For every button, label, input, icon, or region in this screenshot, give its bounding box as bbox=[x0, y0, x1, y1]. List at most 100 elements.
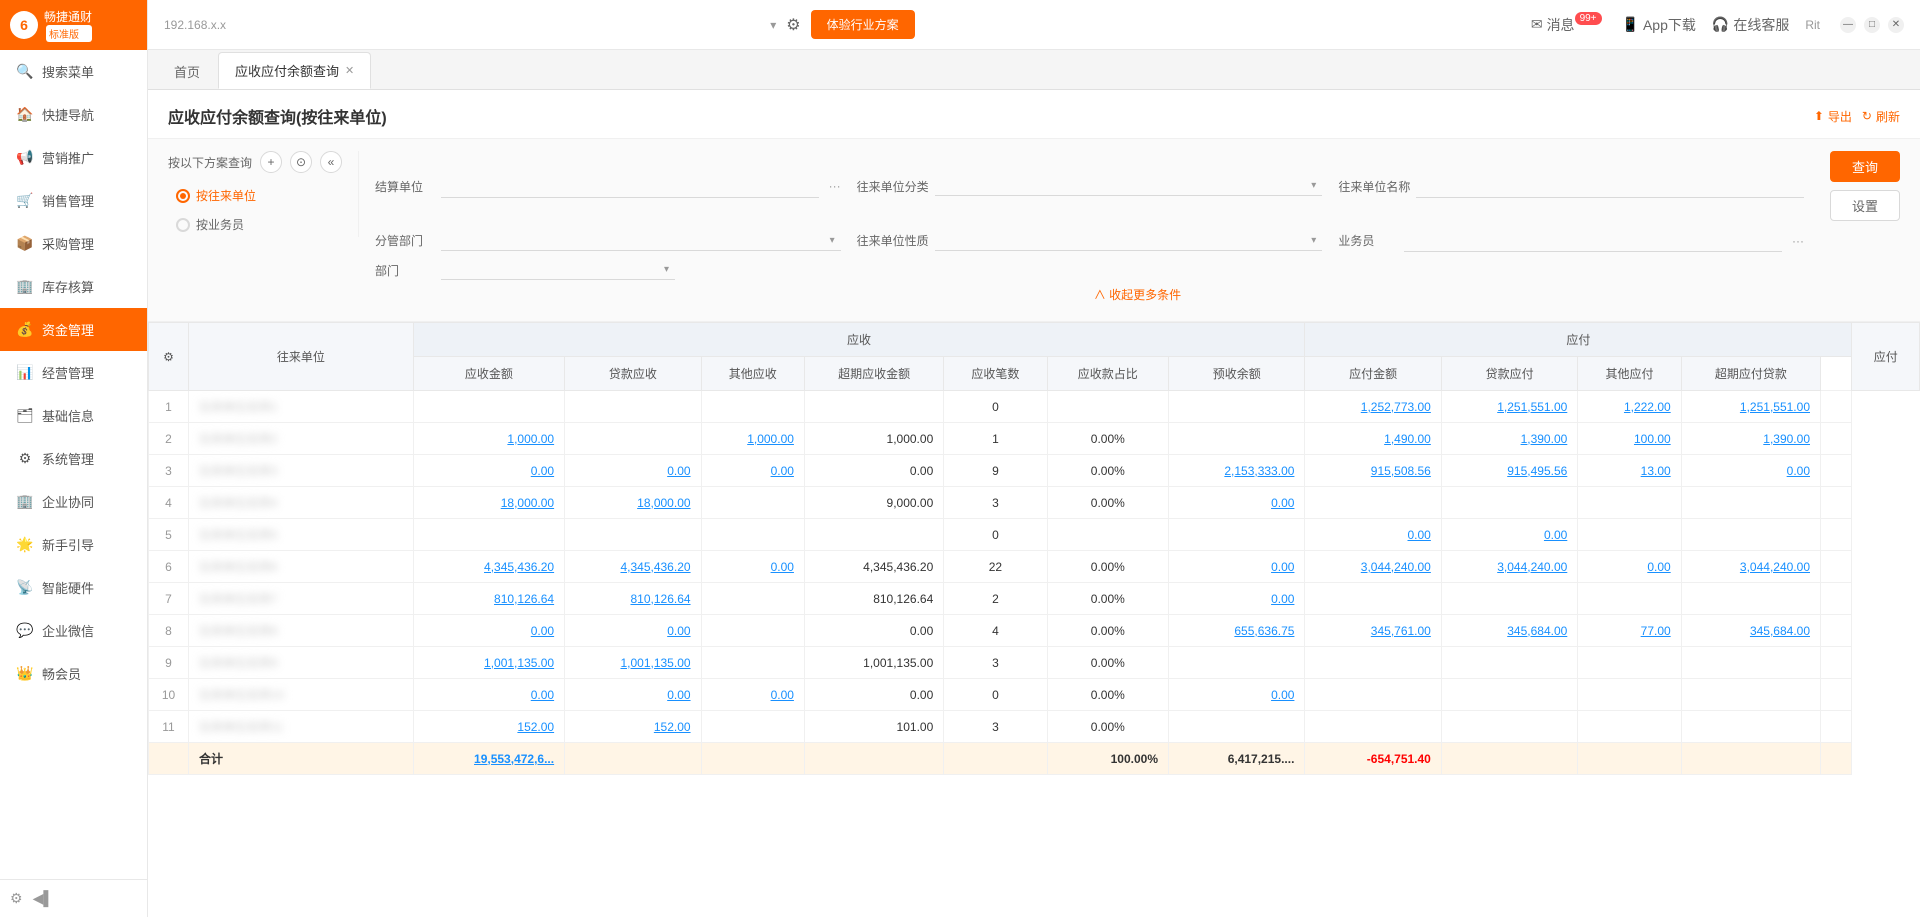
footer-settings-icon[interactable]: ⚙ bbox=[10, 890, 23, 907]
tab-home-label: 首页 bbox=[174, 62, 200, 81]
sidebar-item-quicknav[interactable]: 🏠 快捷导航 bbox=[0, 93, 147, 136]
sidebar-label-search: 搜索菜单 bbox=[42, 62, 94, 81]
back-scheme-btn[interactable]: « bbox=[320, 151, 342, 173]
category-label: 往来单位分类 bbox=[857, 178, 929, 195]
filter-rows: 结算单位 ··· 往来单位分类 ▾ bbox=[375, 151, 1900, 280]
th-overdue-ar: 超期应收金额 bbox=[804, 357, 943, 391]
topbar-gear-icon[interactable]: ⚙ bbox=[786, 15, 800, 35]
close-btn[interactable]: ✕ bbox=[1888, 17, 1904, 33]
topbar-chevron-icon[interactable]: ▾ bbox=[770, 18, 776, 32]
sidebar-nav: 🔍 搜索菜单 🏠 快捷导航 📢 营销推广 🛒 销售管理 📦 采购管理 🏢 bbox=[0, 50, 147, 879]
sidebar-item-marketing[interactable]: 📢 营销推广 bbox=[0, 136, 147, 179]
th-loan-ar: 贷款应收 bbox=[565, 357, 701, 391]
sidebar-item-inventory[interactable]: 🏢 库存核算 bbox=[0, 265, 147, 308]
sidebar-label-quicknav: 快捷导航 bbox=[42, 105, 94, 124]
query-btn[interactable]: 查询 bbox=[1830, 151, 1900, 182]
tab-close-icon[interactable]: ✕ bbox=[345, 64, 354, 77]
trial-btn[interactable]: 体验行业方案 bbox=[811, 10, 915, 39]
sidebar-item-hardware[interactable]: 📡 智能硬件 bbox=[0, 566, 147, 609]
service-icon: 🎧 bbox=[1712, 16, 1729, 33]
total-ar-count bbox=[944, 743, 1047, 775]
category-select[interactable]: ▾ bbox=[935, 176, 1323, 196]
th-ar-amount: 应收金额 bbox=[413, 357, 564, 391]
topbar-address: 192.168.x.x bbox=[164, 18, 760, 32]
refresh-icon: ↻ bbox=[1862, 109, 1872, 123]
tabbar: 首页 应收应付余额查询 ✕ bbox=[148, 50, 1920, 90]
th-ar-count: 应收笔数 bbox=[944, 357, 1047, 391]
inventory-icon: 🏢 bbox=[16, 278, 34, 295]
th-group-payable: 应付 bbox=[1305, 323, 1852, 357]
salesperson-input[interactable] bbox=[1404, 229, 1782, 252]
content-area: 应收应付余额查询(按往来单位) ⬆ 导出 ↻ 刷新 bbox=[148, 90, 1920, 917]
online-service-btn[interactable]: 🎧 在线客服 bbox=[1712, 15, 1789, 35]
export-btn[interactable]: ⬆ 导出 bbox=[1814, 108, 1852, 125]
total-ar-ratio: 100.00% bbox=[1047, 743, 1168, 775]
th-prepaid: 预收余额 bbox=[1168, 357, 1304, 391]
sidebar-item-operations[interactable]: 📊 经营管理 bbox=[0, 351, 147, 394]
main-content: 192.168.x.x ▾ ⚙ 体验行业方案 ✉ 消息 99+ 📱 App下载 … bbox=[148, 0, 1920, 917]
sidebar-item-corp[interactable]: 🏢 企业协同 bbox=[0, 480, 147, 523]
settlement-input[interactable] bbox=[441, 175, 819, 198]
filter-area: 按以下方案查询 + ⊙ « 按往来单位 bbox=[148, 139, 1920, 322]
sidebar-item-system[interactable]: ⚙ 系统管理 bbox=[0, 437, 147, 480]
total-ap-amount: -654,751.40 bbox=[1305, 743, 1441, 775]
filter-group-settlement: 结算单位 ··· bbox=[375, 175, 841, 198]
minimize-btn[interactable]: — bbox=[1840, 17, 1856, 33]
finance-icon: 💰 bbox=[16, 321, 34, 338]
add-scheme-btn[interactable]: + bbox=[260, 151, 282, 173]
sidebar-label-purchase: 采购管理 bbox=[42, 234, 94, 253]
th-ap-amount: 应付金额 bbox=[1305, 357, 1441, 391]
sidebar-item-finance[interactable]: 💰 资金管理 bbox=[0, 308, 147, 351]
logo-name: 畅捷通财 bbox=[44, 8, 92, 25]
scheme-radio-partner bbox=[176, 189, 190, 203]
dept-select[interactable]: ▾ bbox=[441, 260, 675, 280]
total-ap-col bbox=[1821, 743, 1852, 775]
tab-arbalance[interactable]: 应收应付余额查询 ✕ bbox=[218, 52, 371, 89]
sidebar-item-wechat[interactable]: 💬 企业微信 bbox=[0, 609, 147, 652]
th-ar-ratio: 应收款占比 bbox=[1047, 357, 1168, 391]
total-ar-amount[interactable]: 19,553,472,6... bbox=[413, 743, 564, 775]
table-row: 1 往来单位名称1 0 1,252,773.00 1,251,551.00 1,… bbox=[149, 391, 1920, 423]
scheme-by-partner[interactable]: 按往来单位 bbox=[168, 183, 264, 208]
sidebar-item-member[interactable]: 👑 畅会员 bbox=[0, 652, 147, 695]
sidebar-label-wechat: 企业微信 bbox=[42, 621, 94, 640]
table-row: 4 往来单位名称4 18,000.00 18,000.00 9,000.00 3… bbox=[149, 487, 1920, 519]
partnername-input[interactable] bbox=[1416, 175, 1804, 198]
export-label: 导出 bbox=[1828, 108, 1852, 125]
settlement-dots[interactable]: ··· bbox=[829, 179, 841, 193]
sidebar-item-search[interactable]: 🔍 搜索菜单 bbox=[0, 50, 147, 93]
nature-select[interactable]: ▾ bbox=[935, 231, 1323, 251]
th-other-ar: 其他应收 bbox=[701, 357, 804, 391]
sidebar-item-basic[interactable]: 🗂 基础信息 bbox=[0, 394, 147, 437]
right-btns: 查询 设置 bbox=[1820, 151, 1900, 221]
table-row: 3 往来单位名称3 0.00 0.00 0.00 0.00 9 0.00% 2,… bbox=[149, 455, 1920, 487]
newbie-icon: 🌟 bbox=[16, 536, 34, 553]
scheme-partner-label: 按往来单位 bbox=[196, 187, 256, 204]
th-overdue-ap: 超期应付贷款 bbox=[1681, 357, 1820, 391]
search-icon: 🔍 bbox=[16, 63, 34, 80]
sidebar-label-finance: 资金管理 bbox=[42, 320, 94, 339]
th-settings[interactable]: ⚙ bbox=[149, 323, 189, 391]
filter-row-1: 结算单位 ··· 往来单位分类 ▾ bbox=[375, 151, 1900, 221]
collapse-label: 收起更多条件 bbox=[1109, 288, 1181, 302]
sidebar-item-sales[interactable]: 🛒 销售管理 bbox=[0, 179, 147, 222]
th-group-receivable: 应收 bbox=[413, 323, 1305, 357]
maximize-btn[interactable]: □ bbox=[1864, 17, 1880, 33]
dept-managed-select[interactable]: ▾ bbox=[441, 231, 841, 251]
target-scheme-btn[interactable]: ⊙ bbox=[290, 151, 312, 173]
category-chevron-icon: ▾ bbox=[1311, 180, 1316, 191]
sidebar-item-purchase[interactable]: 📦 采购管理 bbox=[0, 222, 147, 265]
app-download-btn[interactable]: 📱 App下载 bbox=[1622, 15, 1696, 35]
sidebar-item-newbie[interactable]: 🌟 新手引导 bbox=[0, 523, 147, 566]
app-download-label: App下载 bbox=[1643, 15, 1696, 35]
collapse-btn[interactable]: ∧ 收起更多条件 bbox=[375, 280, 1900, 309]
salesperson-dots[interactable]: ··· bbox=[1792, 234, 1804, 248]
tab-home[interactable]: 首页 bbox=[158, 54, 216, 89]
sidebar-label-sales: 销售管理 bbox=[42, 191, 94, 210]
refresh-btn[interactable]: ↻ 刷新 bbox=[1862, 108, 1900, 125]
messages-btn[interactable]: ✉ 消息 99+ bbox=[1531, 15, 1606, 35]
scheme-by-staff[interactable]: 按业务员 bbox=[168, 212, 252, 237]
footer-collapse-icon[interactable]: ◀▌ bbox=[33, 890, 54, 907]
settings-btn[interactable]: 设置 bbox=[1830, 190, 1900, 221]
scheme-staff-label: 按业务员 bbox=[196, 216, 244, 233]
